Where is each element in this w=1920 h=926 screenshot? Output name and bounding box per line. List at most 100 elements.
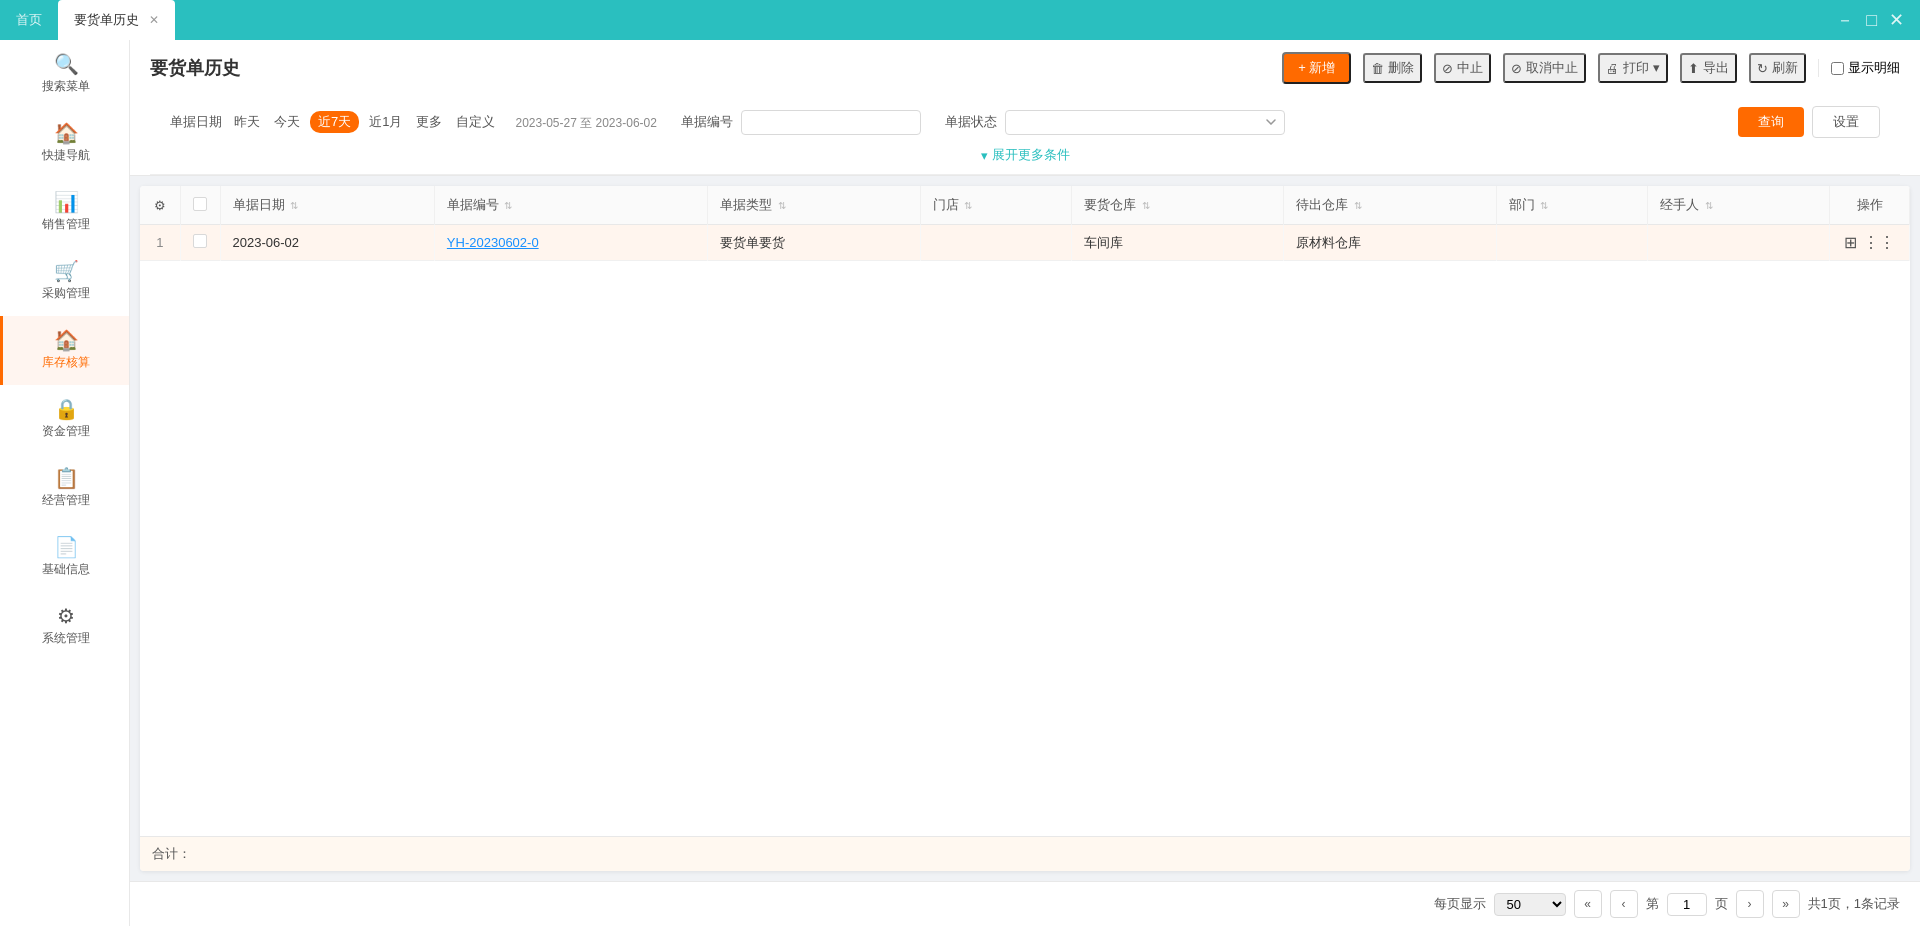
date-today[interactable]: 今天 [270,111,304,133]
delete-icon: 🗑 [1371,61,1384,76]
filter-status-group: 单据状态 [945,110,1285,135]
cancel-stop-button[interactable]: ⊘ 取消中止 [1503,53,1586,83]
row-store [920,225,1071,261]
docno-input[interactable] [741,110,921,135]
sort-doc-no-icon[interactable]: ⇅ [504,200,512,211]
print-button[interactable]: 🖨 打印 ▾ [1598,53,1668,83]
sidebar-item-system[interactable]: ⚙ 系统管理 [0,592,129,661]
sort-store-icon[interactable]: ⇅ [964,200,972,211]
per-page-select[interactable]: 20 50 100 200 [1494,893,1566,916]
sidebar-item-basic-info[interactable]: 📄 基础信息 [0,523,129,592]
row-action: ⊞ ⋮⋮ [1830,225,1910,261]
next-page-btn[interactable]: › [1736,890,1764,918]
sidebar-item-inventory-label: 库存核算 [42,354,90,371]
date-range-text: 2023-05-27 至 2023-06-02 [515,115,656,132]
display-detail-toggle[interactable]: 显示明细 [1831,59,1900,77]
sort-req-wh-icon[interactable]: ⇅ [1142,200,1150,211]
row-req-warehouse: 车间库 [1072,225,1284,261]
sidebar-item-system-label: 系统管理 [42,630,90,647]
sidebar-item-sales[interactable]: 📊 销售管理 [0,178,129,247]
table-head: ⚙ 单据日期 ⇅ 单据编号 ⇅ [140,186,1910,225]
toolbar: + 新增 🗑 删除 ⊘ 中止 ⊘ 取消中止 🖨 打 [1282,52,1900,84]
settings-button[interactable]: 设置 [1812,106,1880,138]
sidebar-item-search-menu[interactable]: 🔍 搜索菜单 [0,40,129,109]
tab-requisition-label: 要货单历史 [74,11,139,29]
tab-close-icon[interactable]: ✕ [149,13,159,27]
settings-gear-icon[interactable]: ⚙ [154,198,166,213]
sidebar-item-finance[interactable]: 🔒 资金管理 [0,385,129,454]
table-row: 1 2023-06-02 YH-20230602-0 要货单要货 车间库 原材料… [140,225,1910,261]
status-select[interactable] [1005,110,1285,135]
tab-requisition-history[interactable]: 要货单历史 ✕ [58,0,175,40]
date-shortcuts: 昨天 今天 近7天 近1月 更多 自定义 [230,111,499,133]
row-checkbox-cell [180,225,220,261]
col-department: 部门 ⇅ [1496,186,1647,225]
expand-more-label: 展开更多条件 [992,146,1070,164]
sort-pending-wh-icon[interactable]: ⇅ [1354,200,1362,211]
col-pending-warehouse: 待出仓库 ⇅ [1284,186,1496,225]
refresh-label: 刷新 [1772,59,1798,77]
tab-bar: 首页 要货单历史 ✕ [0,0,1820,40]
stop-button[interactable]: ⊘ 中止 [1434,53,1491,83]
select-all-checkbox[interactable] [193,197,207,211]
sidebar-item-quick-nav[interactable]: 🏠 快捷导航 [0,109,129,178]
doc-no-link[interactable]: YH-20230602-0 [447,235,539,250]
expand-chevron-icon: ▾ [981,148,988,163]
page-input[interactable] [1667,893,1707,916]
prev-page-btn[interactable]: ‹ [1610,890,1638,918]
date-filter-label: 单据日期 [170,113,222,131]
row-checkbox[interactable] [193,234,207,248]
sidebar: 🔍 搜索菜单 🏠 快捷导航 📊 销售管理 🛒 采购管理 🏠 库存核算 🔒 资金管… [0,40,130,926]
row-doc-no: YH-20230602-0 [434,225,708,261]
first-page-btn[interactable]: « [1574,890,1602,918]
tab-home[interactable]: 首页 [0,0,58,40]
sort-dept-icon[interactable]: ⇅ [1540,200,1548,211]
expand-more[interactable]: ▾ 展开更多条件 [170,146,1880,164]
date-last7[interactable]: 近7天 [310,111,359,133]
table-container: ⚙ 单据日期 ⇅ 单据编号 ⇅ [140,186,1910,871]
print-label: 打印 ▾ [1623,59,1660,77]
date-more[interactable]: 更多 [412,111,446,133]
stop-label: 中止 [1457,59,1483,77]
minimize-icon[interactable]: － [1836,8,1854,32]
close-icon[interactable]: ✕ [1889,9,1904,31]
date-yesterday[interactable]: 昨天 [230,111,264,133]
system-icon: ⚙ [57,606,75,626]
stop-icon: ⊘ [1442,61,1453,76]
inventory-icon: 🏠 [54,330,79,350]
main-layout: 🔍 搜索菜单 🏠 快捷导航 📊 销售管理 🛒 采购管理 🏠 库存核算 🔒 资金管… [0,40,1920,926]
operations-icon: 📋 [54,468,79,488]
status-label: 单据状态 [945,113,997,131]
toolbar-divider [1818,59,1819,77]
row-action-more-icon[interactable]: ⋮⋮ [1863,233,1895,252]
display-detail-label: 显示明细 [1848,59,1900,77]
last-page-btn[interactable]: » [1772,890,1800,918]
content-area: 要货单历史 + 新增 🗑 删除 ⊘ 中止 ⊘ 取消中止 [130,40,1920,926]
sidebar-item-inventory[interactable]: 🏠 库存核算 [0,316,129,385]
query-button[interactable]: 查询 [1738,107,1804,137]
refresh-button[interactable]: ↻ 刷新 [1749,53,1806,83]
filter-date-group: 单据日期 昨天 今天 近7天 近1月 更多 自定义 2023-05-27 至 2… [170,111,657,133]
sidebar-item-purchase[interactable]: 🛒 采购管理 [0,247,129,316]
display-detail-checkbox[interactable] [1831,62,1844,75]
col-doc-date: 单据日期 ⇅ [220,186,434,225]
row-doc-type: 要货单要货 [708,225,920,261]
sidebar-item-search-label: 搜索菜单 [42,78,90,95]
maximize-icon[interactable]: □ [1866,10,1877,31]
sort-handler-icon[interactable]: ⇅ [1705,200,1713,211]
date-last-month[interactable]: 近1月 [365,111,406,133]
sort-doc-type-icon[interactable]: ⇅ [778,200,786,211]
add-button[interactable]: + 新增 [1282,52,1351,84]
row-doc-date: 2023-06-02 [220,225,434,261]
data-table: ⚙ 单据日期 ⇅ 单据编号 ⇅ [140,186,1910,261]
delete-button[interactable]: 🗑 删除 [1363,53,1422,83]
export-button[interactable]: ⬆ 导出 [1680,53,1737,83]
row-action-view-icon[interactable]: ⊞ [1844,233,1857,252]
sidebar-item-quick-label: 快捷导航 [42,147,90,164]
sidebar-item-operations[interactable]: 📋 经营管理 [0,454,129,523]
sort-doc-date-icon[interactable]: ⇅ [290,200,298,211]
filter-row-1: 单据日期 昨天 今天 近7天 近1月 更多 自定义 2023-05-27 至 2… [170,106,1880,138]
date-custom[interactable]: 自定义 [452,111,499,133]
row-handler [1648,225,1830,261]
sidebar-item-operations-label: 经营管理 [42,492,90,509]
